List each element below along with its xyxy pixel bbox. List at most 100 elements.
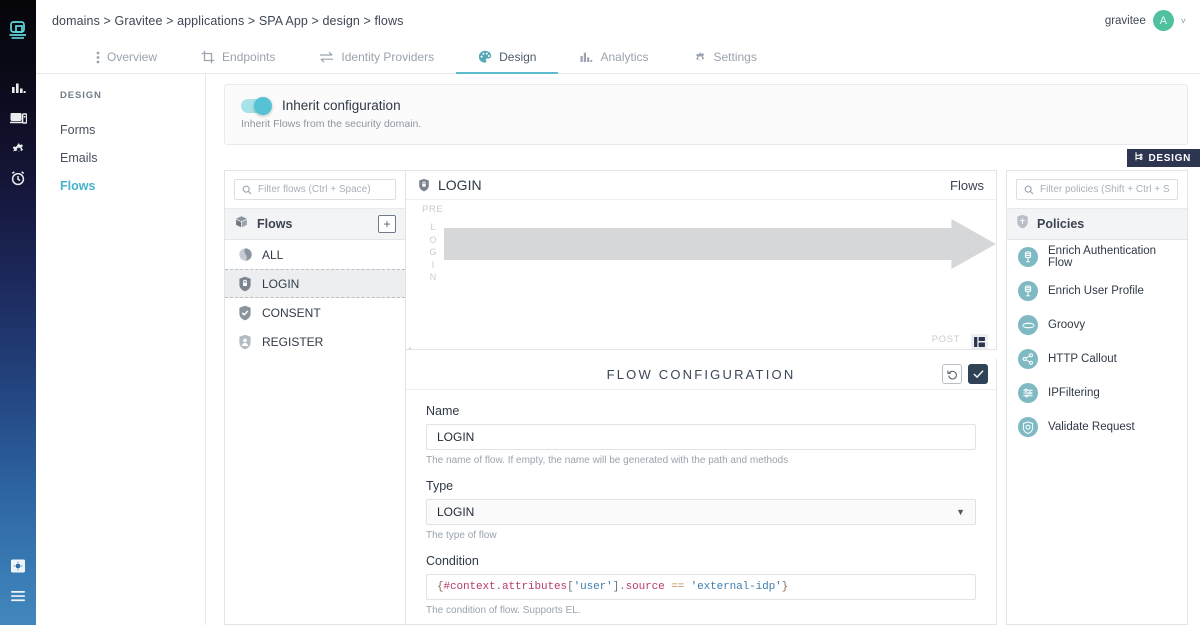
tab-settings[interactable]: Settings xyxy=(671,41,779,73)
flows-cube-icon xyxy=(234,215,249,234)
flow-item-label: REGISTER xyxy=(262,334,324,349)
toggle-knob xyxy=(254,96,272,115)
layout-toggle-button[interactable] xyxy=(971,334,988,349)
inherit-configuration-toggle[interactable] xyxy=(241,96,272,115)
flow-configuration-panel: FLOW CONFIGURATION Name LOGIN The name o… xyxy=(405,359,997,625)
inherit-configuration-title: Inherit configuration xyxy=(282,98,401,113)
design-mode-badge[interactable]: DESIGN xyxy=(1127,149,1200,167)
policy-label: HTTP Callout xyxy=(1048,353,1117,365)
flow-canvas-scope-label: Flows xyxy=(950,177,984,193)
policies-panel-header: Policies xyxy=(1007,209,1187,240)
inherit-configuration-card: Inherit configuration Inherit Flows from… xyxy=(224,84,1188,145)
flow-vertical-label: LOGIN xyxy=(429,222,437,283)
devices-icon[interactable] xyxy=(0,103,36,133)
field-label: Type xyxy=(426,479,454,494)
flow-designer: Flows + ALL xyxy=(224,170,1188,625)
type-select[interactable]: LOGIN ▼ xyxy=(426,499,976,526)
field-hint: The type of flow xyxy=(426,530,497,542)
flow-branch-icon xyxy=(1134,151,1144,165)
flow-canvas-body[interactable]: PRE LOGIN POST xyxy=(406,200,996,349)
settings-box-icon[interactable] xyxy=(0,551,36,581)
chevron-down-icon[interactable]: ˅ xyxy=(1181,16,1186,26)
tab-analytics[interactable]: Analytics xyxy=(558,41,670,73)
flow-configuration-form: Name LOGIN The name of flow. If empty, t… xyxy=(406,390,996,624)
flow-configuration-title: FLOW CONFIGURATION xyxy=(606,366,796,382)
search-icon xyxy=(1024,185,1034,195)
flow-canvas-panel: LOGIN Flows PRE LOGIN POST xyxy=(405,170,997,350)
policies-search-input[interactable] xyxy=(1040,184,1170,195)
flows-search-input[interactable] xyxy=(258,184,388,195)
gravitee-logo-icon[interactable] xyxy=(9,20,27,45)
policy-label: Enrich Authentication Flow xyxy=(1048,245,1157,269)
flow-item-all[interactable]: ALL xyxy=(225,240,405,269)
database-pin-icon xyxy=(1018,247,1038,267)
bar-chart-icon[interactable] xyxy=(0,73,36,103)
flow-configuration-header: FLOW CONFIGURATION xyxy=(406,359,996,391)
policy-label: Groovy xyxy=(1048,319,1086,331)
tab-design[interactable]: Design xyxy=(456,41,559,74)
field-label: Name xyxy=(426,404,460,419)
bar-chart-icon xyxy=(580,51,593,63)
tab-bar: Overview Endpoints Identity Providers De… xyxy=(36,41,1200,74)
share-nodes-icon xyxy=(1018,349,1038,369)
sidebar-item-forms[interactable]: Forms xyxy=(60,116,205,144)
canvas-resize-corner[interactable] xyxy=(409,340,417,349)
gear-icon xyxy=(693,50,707,64)
rail-bottom-group xyxy=(0,551,36,625)
revert-icon[interactable] xyxy=(942,364,962,384)
field-type: Type LOGIN ▼ The type of flow xyxy=(426,479,976,541)
tab-endpoints[interactable]: Endpoints xyxy=(179,41,297,73)
flows-search-box[interactable] xyxy=(234,179,396,200)
design-sidebar: DESIGN Forms Emails Flows xyxy=(36,74,206,625)
global-nav-rail xyxy=(0,0,36,625)
flow-item-login[interactable]: LOGIN xyxy=(225,269,405,298)
policy-item-http-callout[interactable]: HTTP Callout xyxy=(1007,342,1187,376)
flows-panel: Flows + ALL xyxy=(224,170,406,625)
policy-item-validate-request[interactable]: Validate Request xyxy=(1007,410,1187,444)
tab-overview[interactable]: Overview xyxy=(74,41,179,73)
field-label: Condition xyxy=(426,554,479,569)
sphere-icon xyxy=(237,247,253,263)
policy-item-ipfiltering[interactable]: IPFiltering xyxy=(1007,376,1187,410)
gear-icon[interactable] xyxy=(0,133,36,163)
user-menu[interactable]: gravitee A ˅ xyxy=(1105,10,1186,31)
main-area: DESIGN Forms Emails Flows Inherit config… xyxy=(36,74,1200,625)
dots-vertical-icon xyxy=(96,51,100,64)
tab-label: Design xyxy=(499,50,537,64)
policy-item-groovy[interactable]: Groovy xyxy=(1007,308,1187,342)
avatar[interactable]: A xyxy=(1152,10,1174,31)
sidebar-item-flows[interactable]: Flows xyxy=(60,172,205,200)
name-input[interactable]: LOGIN xyxy=(426,424,976,451)
post-phase-label: POST xyxy=(931,334,960,345)
policies-search-box[interactable] xyxy=(1016,179,1178,200)
lock-shield-icon xyxy=(418,178,430,192)
condition-expression: {#context.attributes['user'].source == '… xyxy=(437,581,789,594)
flows-panel-title: Flows xyxy=(257,217,293,231)
policy-label: IPFiltering xyxy=(1048,387,1100,399)
sidebar-item-emails[interactable]: Emails xyxy=(60,144,205,172)
policy-item-enrich-user-profile[interactable]: Enrich User Profile xyxy=(1007,274,1187,308)
hamburger-menu-icon[interactable] xyxy=(0,581,36,611)
canvas-drag-handle[interactable] xyxy=(693,343,709,348)
save-button[interactable] xyxy=(968,364,988,384)
flow-canvas-header: LOGIN Flows xyxy=(406,171,996,200)
policies-panel-title: Policies xyxy=(1037,217,1085,231)
condition-input[interactable]: {#context.attributes['user'].source == '… xyxy=(426,574,976,601)
field-name: Name LOGIN The name of flow. If empty, t… xyxy=(426,404,976,466)
top-bar: domains > Gravitee > applications > SPA … xyxy=(36,0,1200,41)
flows-panel-header: Flows + xyxy=(225,209,405,240)
flow-arrow[interactable] xyxy=(444,219,996,269)
flow-item-label: ALL xyxy=(262,247,284,262)
policy-item-enrich-authentication-flow[interactable]: Enrich Authentication Flow xyxy=(1007,240,1187,274)
flow-item-register[interactable]: REGISTER xyxy=(225,327,405,356)
alarm-clock-icon[interactable] xyxy=(0,163,36,193)
breadcrumb[interactable]: domains > Gravitee > applications > SPA … xyxy=(52,14,403,28)
shield-check-icon xyxy=(1018,417,1038,437)
flow-item-consent[interactable]: CONSENT xyxy=(225,298,405,327)
tab-identity-providers[interactable]: Identity Providers xyxy=(297,41,456,73)
field-hint: The condition of flow. Supports EL. xyxy=(426,605,581,617)
database-pin-icon xyxy=(1018,281,1038,301)
flow-canvas-title: LOGIN xyxy=(438,177,482,193)
add-flow-button[interactable]: + xyxy=(378,215,396,233)
pre-phase-label: PRE xyxy=(422,204,444,215)
